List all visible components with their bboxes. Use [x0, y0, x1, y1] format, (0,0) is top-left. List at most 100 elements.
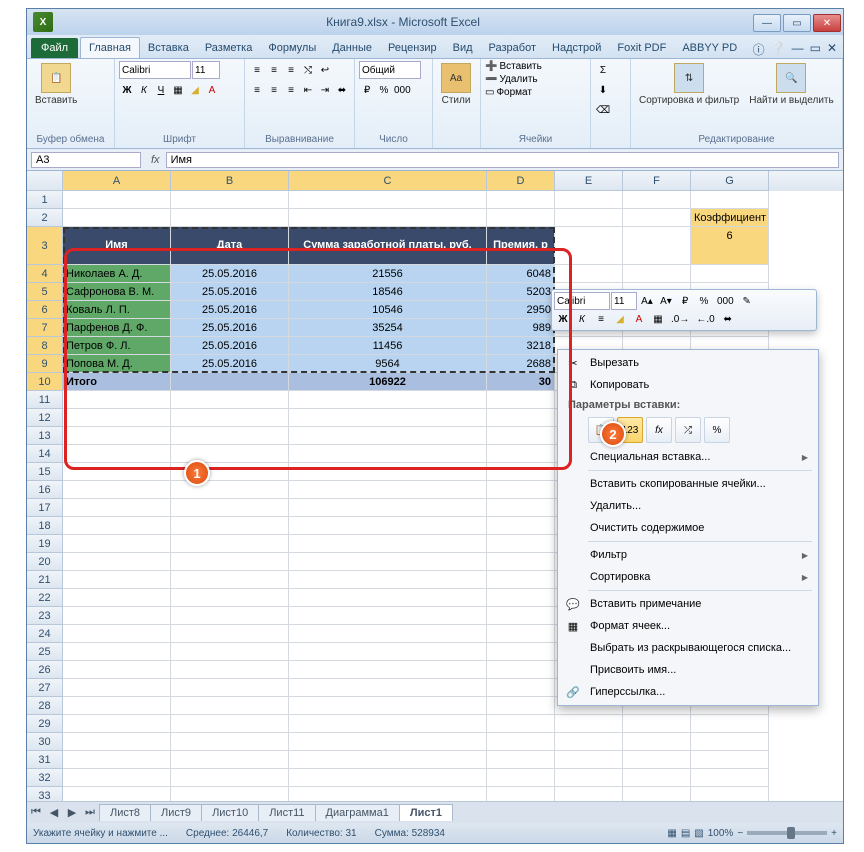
row-header[interactable]: 19 — [27, 535, 63, 553]
row-header[interactable]: 25 — [27, 643, 63, 661]
mini-font[interactable]: Calibri — [554, 292, 610, 310]
fill-color-button[interactable]: ◢ — [187, 81, 203, 99]
fill-button[interactable]: ⬇ — [595, 81, 611, 99]
row-header[interactable]: 18 — [27, 517, 63, 535]
align-middle[interactable]: ≡ — [266, 61, 282, 79]
mini-format-painter[interactable]: ✎ — [738, 292, 756, 310]
clear-button[interactable]: ⌫ — [595, 101, 611, 119]
row-header[interactable]: 24 — [27, 625, 63, 643]
mini-size[interactable]: 11 — [611, 292, 637, 310]
col-header-C[interactable]: C — [289, 171, 487, 191]
col-header-B[interactable]: B — [171, 171, 289, 191]
wrap-text[interactable]: ↩ — [317, 61, 333, 79]
paste-values-icon[interactable]: 123 — [617, 417, 643, 443]
row-header[interactable]: 4 — [27, 265, 63, 283]
ctx-copy[interactable]: ⧉Копировать — [560, 374, 816, 396]
align-left[interactable]: ≡ — [249, 81, 265, 99]
fx-icon[interactable]: fx — [145, 154, 166, 166]
col-header-D[interactable]: D — [487, 171, 555, 191]
view-normal-icon[interactable]: ▦ — [667, 828, 676, 839]
mini-border[interactable]: ▦ — [649, 310, 667, 328]
cells-insert-button[interactable]: ➕Вставить — [485, 61, 542, 72]
tab-nav-prev[interactable]: ◀ — [45, 806, 63, 819]
font-size-select[interactable]: 11 — [192, 61, 220, 79]
tab-foxit[interactable]: Foxit PDF — [609, 38, 674, 58]
mini-bold[interactable]: Ж — [554, 310, 572, 328]
row-header[interactable]: 12 — [27, 409, 63, 427]
doc-minimize-icon[interactable]: — — [792, 41, 804, 58]
indent-inc[interactable]: ⇥ — [317, 81, 333, 99]
name-box[interactable]: A3 — [31, 152, 141, 168]
mini-dec-dec[interactable]: ←.0 — [693, 310, 717, 328]
mini-currency[interactable]: ₽ — [676, 292, 694, 310]
tab-addins[interactable]: Надстрой — [544, 38, 609, 58]
bold-button[interactable]: Ж — [119, 81, 135, 99]
row-header[interactable]: 22 — [27, 589, 63, 607]
tab-nav-next[interactable]: ▶ — [63, 806, 81, 819]
row-header[interactable]: 29 — [27, 715, 63, 733]
mini-font-color[interactable]: A — [630, 310, 648, 328]
row-header[interactable]: 26 — [27, 661, 63, 679]
italic-button[interactable]: К — [136, 81, 152, 99]
autosum-button[interactable]: Σ — [595, 61, 611, 79]
font-select[interactable]: Calibri — [119, 61, 191, 79]
merge-button[interactable]: ⬌ — [334, 81, 350, 99]
row-header[interactable]: 16 — [27, 481, 63, 499]
border-button[interactable]: ▦ — [170, 81, 186, 99]
select-all-corner[interactable] — [27, 171, 63, 191]
sheet-tab[interactable]: Лист1 — [399, 804, 453, 821]
indent-dec[interactable]: ⇤ — [300, 81, 316, 99]
cells-format-button[interactable]: ▭Формат — [485, 87, 532, 98]
ctx-filter[interactable]: Фильтр — [560, 544, 816, 566]
row-header[interactable]: 3 — [27, 227, 63, 265]
col-header-G[interactable]: G — [691, 171, 769, 191]
zoom-out-button[interactable]: − — [737, 828, 743, 839]
ctx-comment[interactable]: 💬Вставить примечание — [560, 593, 816, 615]
comma-button[interactable]: 000 — [393, 81, 412, 99]
row-header[interactable]: 6 — [27, 301, 63, 319]
ctx-pick-list[interactable]: Выбрать из раскрывающегося списка... — [560, 637, 816, 659]
row-header[interactable]: 17 — [27, 499, 63, 517]
tab-view[interactable]: Вид — [445, 38, 481, 58]
row-header[interactable]: 1 — [27, 191, 63, 209]
tab-home[interactable]: Главная — [80, 37, 140, 58]
underline-button[interactable]: Ч — [153, 81, 169, 99]
minimize-button[interactable]: — — [753, 14, 781, 32]
ctx-insert-copied[interactable]: Вставить скопированные ячейки... — [560, 473, 816, 495]
ctx-paste-special[interactable]: Специальная вставка... — [560, 446, 816, 468]
align-center[interactable]: ≡ — [266, 81, 282, 99]
file-tab[interactable]: Файл — [31, 38, 78, 58]
row-header[interactable]: 8 — [27, 337, 63, 355]
sheet-tab[interactable]: Лист8 — [99, 804, 151, 821]
row-header[interactable]: 15 — [27, 463, 63, 481]
tab-data[interactable]: Данные — [324, 38, 380, 58]
zoom-in-button[interactable]: + — [831, 828, 837, 839]
row-header[interactable]: 23 — [27, 607, 63, 625]
zoom-level[interactable]: 100% — [708, 828, 734, 839]
ctx-cut[interactable]: ✂Вырезать — [560, 352, 816, 374]
tab-nav-last[interactable]: ⏭ — [81, 806, 99, 819]
mini-dec-inc[interactable]: .0→ — [668, 310, 692, 328]
mini-grow-font[interactable]: A▴ — [638, 292, 656, 310]
formula-input[interactable]: Имя — [166, 152, 839, 168]
row-header[interactable]: 5 — [27, 283, 63, 301]
mini-center[interactable]: ≡ — [592, 310, 610, 328]
sheet-tab[interactable]: Диаграмма1 — [315, 804, 400, 821]
find-select-button[interactable]: 🔍Найти и выделить — [745, 61, 837, 108]
ctx-hyperlink[interactable]: 🔗Гиперссылка... — [560, 681, 816, 703]
tab-developer[interactable]: Разработ — [481, 38, 544, 58]
row-header[interactable]: 21 — [27, 571, 63, 589]
view-pagebreak-icon[interactable]: ▧ — [694, 828, 703, 839]
row-header[interactable]: 31 — [27, 751, 63, 769]
close-button[interactable]: ✕ — [813, 14, 841, 32]
zoom-slider[interactable] — [747, 831, 827, 835]
styles-button[interactable]: AaСтили — [437, 61, 475, 108]
maximize-button[interactable]: ▭ — [783, 14, 811, 32]
paste-button[interactable]: 📋Вставить — [31, 61, 81, 108]
ctx-delete[interactable]: Удалить... — [560, 495, 816, 517]
paste-formulas-icon[interactable]: fx — [646, 417, 672, 443]
paste-formatting-icon[interactable]: % — [704, 417, 730, 443]
row-header[interactable]: 13 — [27, 427, 63, 445]
col-header-E[interactable]: E — [555, 171, 623, 191]
sheet-tab[interactable]: Лист9 — [150, 804, 202, 821]
